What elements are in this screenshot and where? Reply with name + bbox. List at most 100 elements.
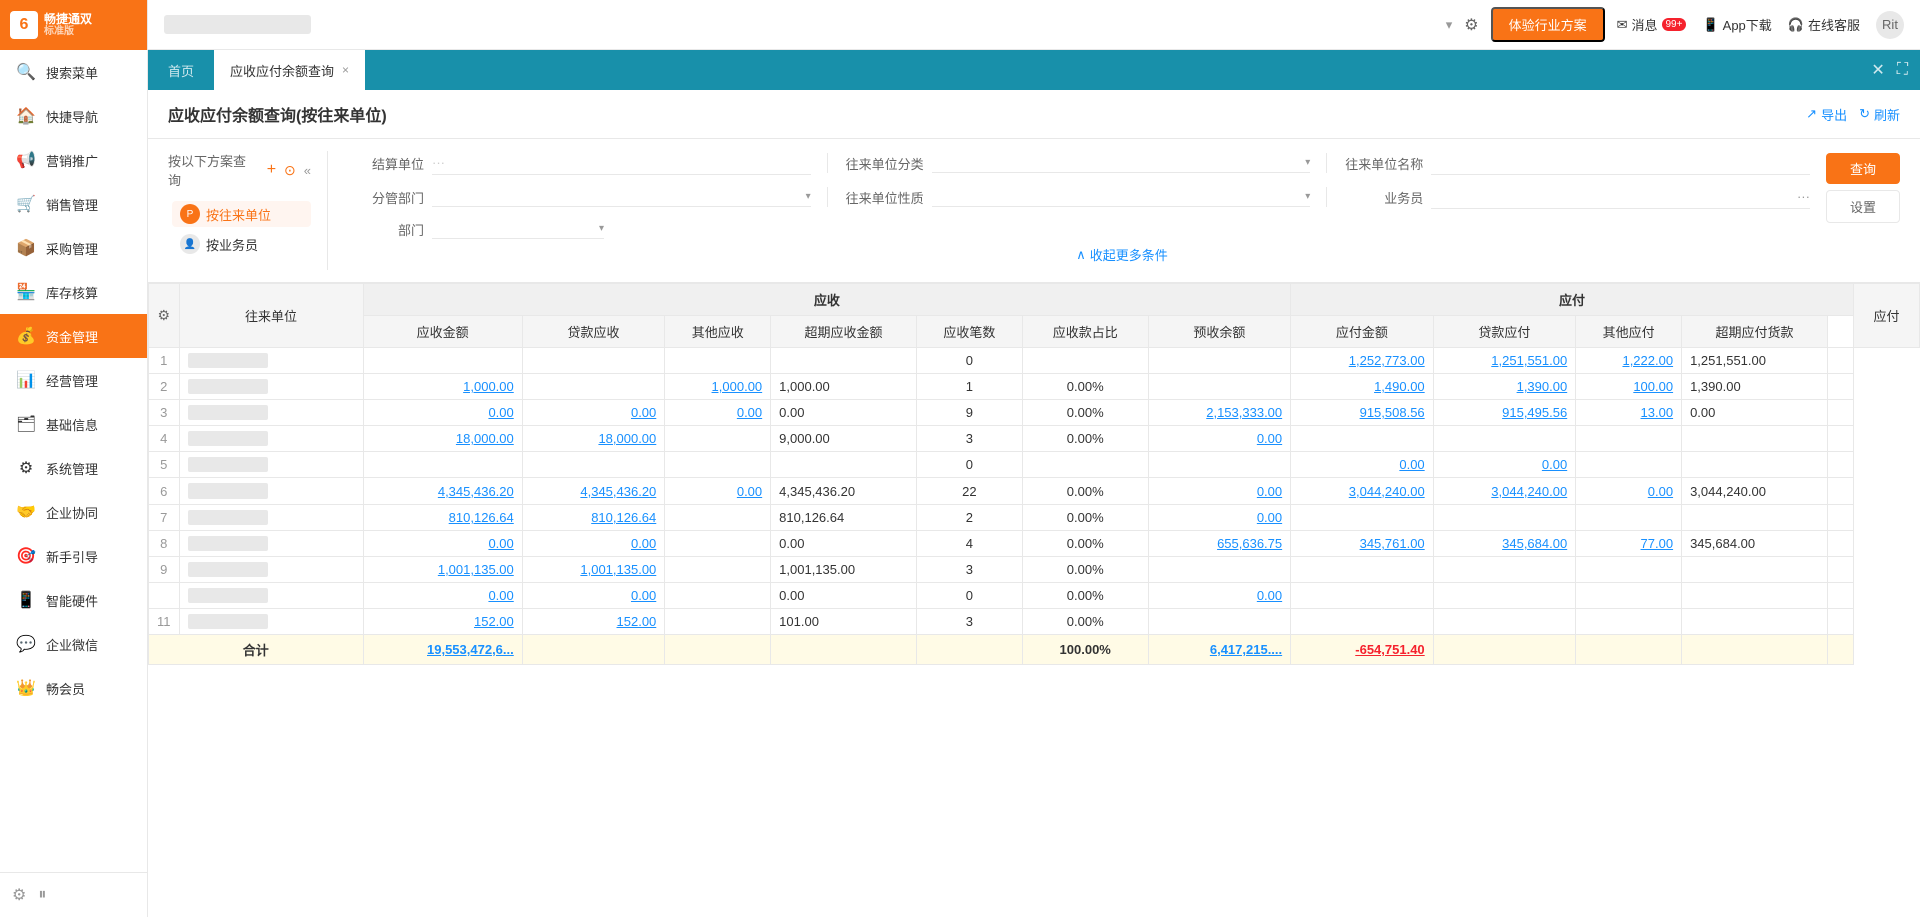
loan-receivable-cell[interactable] [522, 374, 665, 400]
prepaid-balance-cell[interactable] [1148, 452, 1291, 478]
other-receivable-cell[interactable] [665, 609, 771, 635]
payable-amount-cell[interactable] [1291, 609, 1434, 635]
loan-receivable-cell[interactable]: 18,000.00 [522, 426, 665, 452]
receivable-amount-cell[interactable] [363, 452, 522, 478]
department-select[interactable]: ▾ [432, 219, 604, 239]
loan-payable-cell[interactable]: 0.00 [1433, 452, 1576, 478]
loan-payable-cell[interactable] [1433, 505, 1576, 531]
collapse-bar[interactable]: ∧ 收起更多条件 [344, 239, 1900, 270]
receivable-amount-cell[interactable]: 152.00 [363, 609, 522, 635]
dept-manager-select[interactable]: ▾ [432, 187, 811, 207]
sidebar-item-guide[interactable]: 🎯 新手引导 [0, 534, 147, 578]
sidebar-item-finance[interactable]: 💰 资金管理 [0, 314, 147, 358]
loan-receivable-cell[interactable]: 1,001,135.00 [522, 557, 665, 583]
filter-add-icon[interactable]: + [267, 161, 276, 179]
tab-active[interactable]: 应收应付余额查询 × [214, 50, 365, 90]
prepaid-balance-cell[interactable]: 0.00 [1148, 478, 1291, 505]
loan-payable-cell[interactable]: 3,044,240.00 [1433, 478, 1576, 505]
prepaid-balance-cell[interactable] [1148, 374, 1291, 400]
loan-payable-cell[interactable] [1433, 557, 1576, 583]
loan-receivable-cell[interactable]: 0.00 [522, 400, 665, 426]
payable-amount-cell[interactable]: 345,761.00 [1291, 531, 1434, 557]
settlement-unit-input[interactable]: ··· [432, 151, 811, 175]
receivable-amount-cell[interactable]: 1,001,135.00 [363, 557, 522, 583]
loan-receivable-cell[interactable]: 810,126.64 [522, 505, 665, 531]
partner-category-select[interactable]: ▾ [932, 153, 1311, 173]
loan-receivable-cell[interactable] [522, 452, 665, 478]
sidebar-item-purchase[interactable]: 📦 采购管理 [0, 226, 147, 270]
payable-amount-cell[interactable]: 0.00 [1291, 452, 1434, 478]
loan-payable-cell[interactable] [1433, 609, 1576, 635]
loan-receivable-cell[interactable]: 4,345,436.20 [522, 478, 665, 505]
other-receivable-cell[interactable] [665, 531, 771, 557]
partner-nature-select[interactable]: ▾ [932, 187, 1311, 207]
message-item[interactable]: ✉ 消息 99+ [1617, 15, 1687, 34]
salesperson-select[interactable]: ··· [1431, 185, 1810, 209]
prepaid-balance-cell[interactable]: 0.00 [1148, 583, 1291, 609]
loan-payable-cell[interactable] [1433, 426, 1576, 452]
payable-amount-cell[interactable]: 1,252,773.00 [1291, 348, 1434, 374]
collapse-icon[interactable]: ⏸ [38, 886, 46, 904]
other-payable-cell[interactable]: 1,222.00 [1576, 348, 1682, 374]
user-avatar[interactable]: Rit [1876, 11, 1904, 39]
setting-button[interactable]: 设置 [1826, 190, 1900, 223]
sidebar-item-wechat[interactable]: 💬 企业微信 [0, 622, 147, 666]
receivable-amount-cell[interactable]: 0.00 [363, 400, 522, 426]
app-download-item[interactable]: 📱 App下载 [1702, 15, 1771, 34]
tab-close-icon[interactable]: × [342, 63, 349, 77]
other-payable-cell[interactable]: 100.00 [1576, 374, 1682, 400]
payable-amount-cell[interactable] [1291, 426, 1434, 452]
partner-name-input[interactable] [1431, 151, 1810, 175]
sidebar-item-basic[interactable]: 🗂 基础信息 [0, 402, 147, 446]
other-payable-cell[interactable] [1576, 557, 1682, 583]
loan-payable-cell[interactable]: 915,495.56 [1433, 400, 1576, 426]
sidebar-item-member[interactable]: 👑 畅会员 [0, 666, 147, 710]
footer-prepaid[interactable]: 6,417,215.... [1148, 635, 1291, 665]
payable-amount-cell[interactable] [1291, 583, 1434, 609]
tab-home[interactable]: 首页 [148, 50, 214, 90]
payable-amount-cell[interactable]: 3,044,240.00 [1291, 478, 1434, 505]
other-receivable-cell[interactable] [665, 583, 771, 609]
prepaid-balance-cell[interactable] [1148, 557, 1291, 583]
topbar-settings-icon[interactable]: ⚙ [1464, 15, 1478, 35]
other-receivable-cell[interactable] [665, 348, 771, 374]
customer-service-item[interactable]: 🎧 在线客服 [1788, 15, 1860, 34]
sidebar-item-marketing[interactable]: 📢 营销推广 [0, 138, 147, 182]
loan-receivable-cell[interactable] [522, 348, 665, 374]
receivable-amount-cell[interactable]: 18,000.00 [363, 426, 522, 452]
prepaid-balance-cell[interactable] [1148, 609, 1291, 635]
receivable-amount-cell[interactable] [363, 348, 522, 374]
prepaid-balance-cell[interactable]: 655,636.75 [1148, 531, 1291, 557]
footer-receivable-amount[interactable]: 19,553,472,6... [363, 635, 522, 665]
payable-amount-cell[interactable]: 915,508.56 [1291, 400, 1434, 426]
table-settings-header[interactable]: ⚙ [149, 284, 180, 348]
footer-payable[interactable]: -654,751.40 [1291, 635, 1434, 665]
filter-setting-icon[interactable]: ⊙ [284, 162, 296, 179]
query-button[interactable]: 查询 [1826, 153, 1900, 184]
loan-payable-cell[interactable]: 345,684.00 [1433, 531, 1576, 557]
loan-payable-cell[interactable] [1433, 583, 1576, 609]
dropdown-arrow-icon[interactable]: ▾ [1446, 17, 1453, 33]
settings-footer-icon[interactable]: ⚙ [12, 885, 26, 905]
tab-close-window-icon[interactable]: ✕ [1871, 60, 1884, 80]
other-receivable-cell[interactable]: 1,000.00 [665, 374, 771, 400]
other-receivable-cell[interactable] [665, 426, 771, 452]
other-payable-cell[interactable]: 0.00 [1576, 478, 1682, 505]
prepaid-balance-cell[interactable] [1148, 348, 1291, 374]
payable-amount-cell[interactable] [1291, 557, 1434, 583]
tab-fullscreen-icon[interactable]: ⛶ [1897, 61, 1908, 79]
other-receivable-cell[interactable]: 0.00 [665, 478, 771, 505]
loan-receivable-cell[interactable]: 0.00 [522, 531, 665, 557]
loan-payable-cell[interactable]: 1,390.00 [1433, 374, 1576, 400]
other-payable-cell[interactable]: 13.00 [1576, 400, 1682, 426]
other-payable-cell[interactable] [1576, 583, 1682, 609]
other-receivable-cell[interactable] [665, 557, 771, 583]
other-payable-cell[interactable] [1576, 505, 1682, 531]
filter-option-partner[interactable]: P 按往来单位 [172, 201, 311, 227]
sidebar-item-inventory[interactable]: 🏪 库存核算 [0, 270, 147, 314]
loan-payable-cell[interactable]: 1,251,551.00 [1433, 348, 1576, 374]
sidebar-item-management[interactable]: 📊 经营管理 [0, 358, 147, 402]
other-payable-cell[interactable] [1576, 452, 1682, 478]
table-settings-icon[interactable]: ⚙ [157, 307, 170, 323]
receivable-amount-cell[interactable]: 810,126.64 [363, 505, 522, 531]
